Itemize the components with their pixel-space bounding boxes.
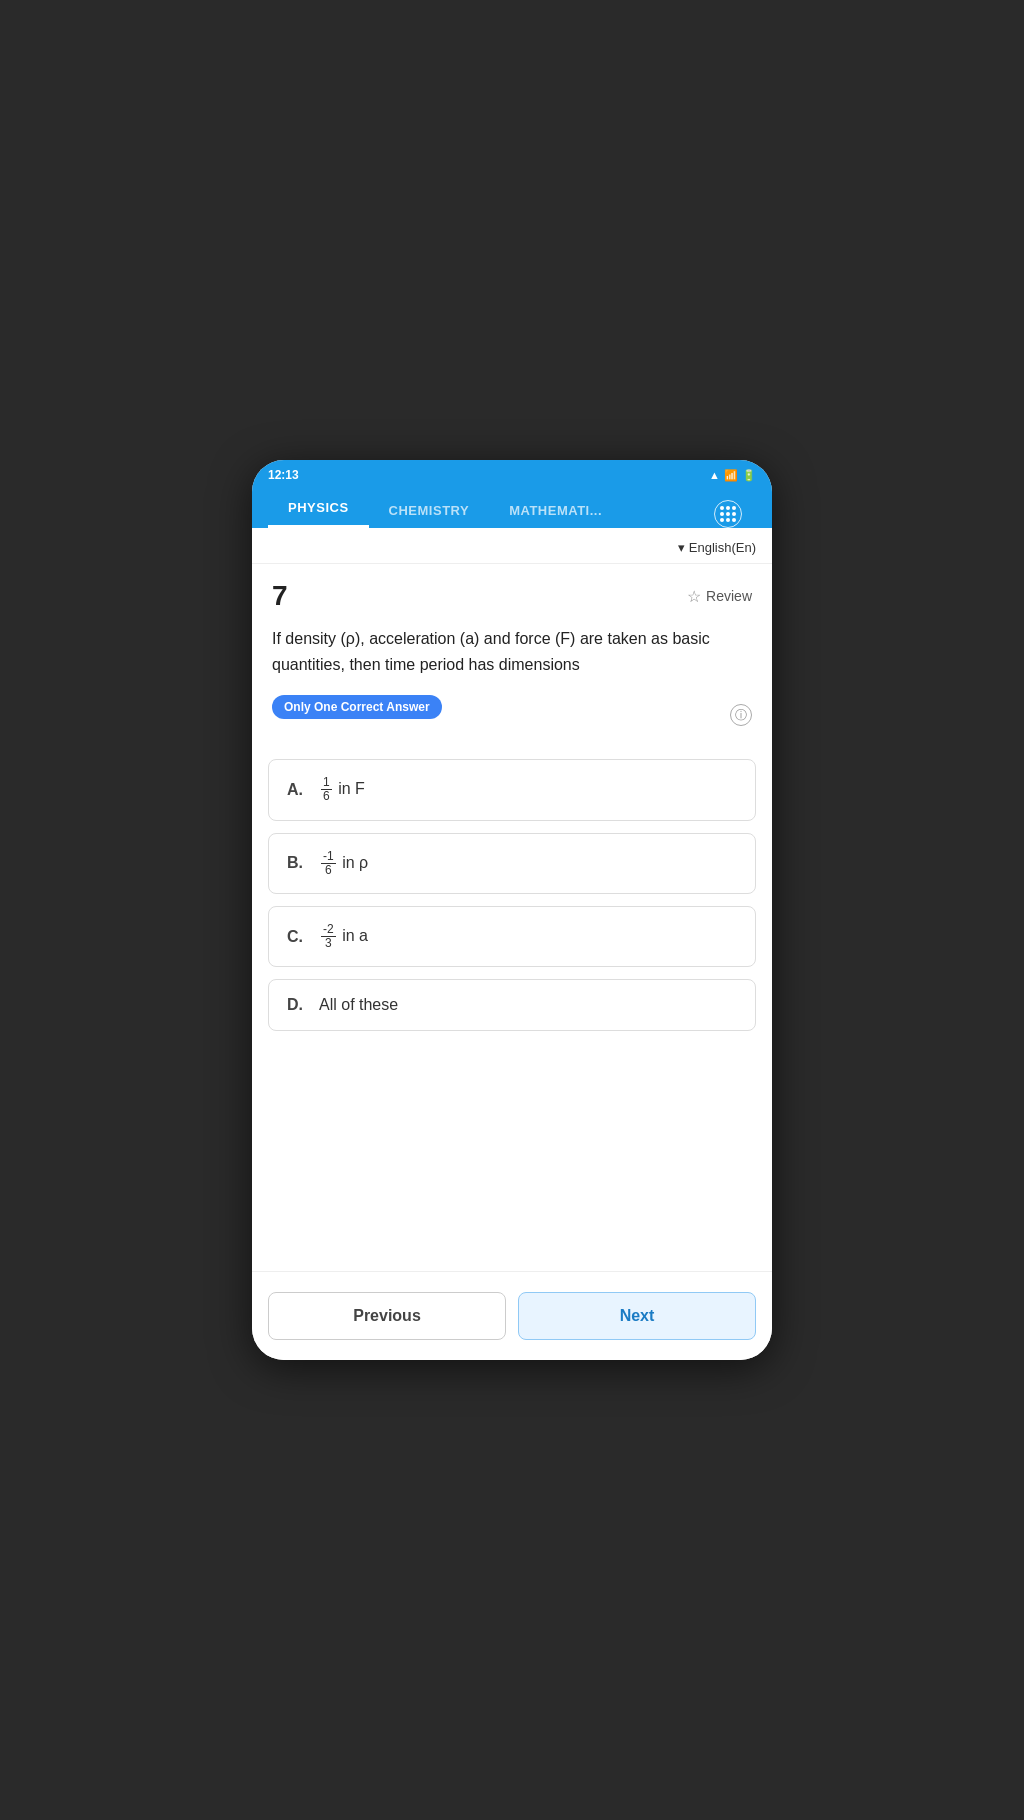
option-b[interactable]: B. -1 6 in ρ: [268, 833, 756, 894]
option-d-label: D.: [287, 996, 307, 1014]
option-b-label: B.: [287, 854, 307, 872]
status-icons: ▲ 📶 🔋: [709, 469, 756, 482]
signal-icon: ▲: [709, 469, 720, 481]
tab-physics[interactable]: PHYSICS: [268, 490, 369, 528]
status-time: 12:13: [268, 468, 299, 482]
grid-button[interactable]: [714, 500, 742, 528]
option-c-text: -2 3 in a: [319, 923, 368, 950]
question-text: If density (ρ), acceleration (a) and for…: [272, 626, 752, 677]
content-area: ▾ English(En) 7 ☆ Review If density (ρ),…: [252, 528, 772, 1360]
fraction-a: 1 6: [321, 776, 332, 803]
option-d-text: All of these: [319, 996, 398, 1014]
option-a[interactable]: A. 1 6 in F: [268, 759, 756, 820]
next-button[interactable]: Next: [518, 1292, 756, 1340]
question-number: 7: [272, 580, 288, 612]
battery-icon: 🔋: [742, 469, 756, 482]
tab-bar: PHYSICS CHEMISTRY MATHEMATI...: [252, 490, 772, 528]
answer-type-badge: Only One Correct Answer: [272, 695, 442, 719]
option-b-text: -1 6 in ρ: [319, 850, 368, 877]
status-bar: 12:13 ▲ 📶 🔋: [252, 460, 772, 490]
star-icon: ☆: [687, 587, 701, 606]
info-icon[interactable]: ⓘ: [730, 704, 752, 726]
option-a-label: A.: [287, 781, 307, 799]
phone-frame: 12:13 ▲ 📶 🔋 PHYSICS CHEMISTRY MATHEMATI.…: [252, 460, 772, 1360]
tab-bar-wrapper: PHYSICS CHEMISTRY MATHEMATI...: [252, 490, 772, 528]
tab-mathematics[interactable]: MATHEMATI...: [489, 493, 622, 528]
option-d[interactable]: D. All of these: [268, 979, 756, 1031]
question-header: 7 ☆ Review: [272, 580, 752, 612]
bottom-nav: Previous Next: [252, 1271, 772, 1360]
question-area: 7 ☆ Review If density (ρ), acceleration …: [252, 564, 772, 759]
option-a-text: 1 6 in F: [319, 776, 365, 803]
fraction-c: -2 3: [321, 923, 336, 950]
language-label: English(En): [689, 540, 756, 555]
language-selector[interactable]: ▾ English(En): [678, 540, 756, 555]
wifi-icon: 📶: [724, 469, 738, 482]
review-label: Review: [706, 588, 752, 604]
review-button[interactable]: ☆ Review: [687, 587, 752, 606]
language-bar: ▾ English(En): [252, 528, 772, 564]
options-area: A. 1 6 in F B. -1 6 in ρ: [252, 759, 772, 1031]
previous-button[interactable]: Previous: [268, 1292, 506, 1340]
option-c[interactable]: C. -2 3 in a: [268, 906, 756, 967]
option-c-label: C.: [287, 928, 307, 946]
tab-chemistry[interactable]: CHEMISTRY: [369, 493, 490, 528]
chevron-down-icon: ▾: [678, 540, 685, 555]
fraction-b: -1 6: [321, 850, 336, 877]
grid-dots-icon: [720, 506, 736, 522]
